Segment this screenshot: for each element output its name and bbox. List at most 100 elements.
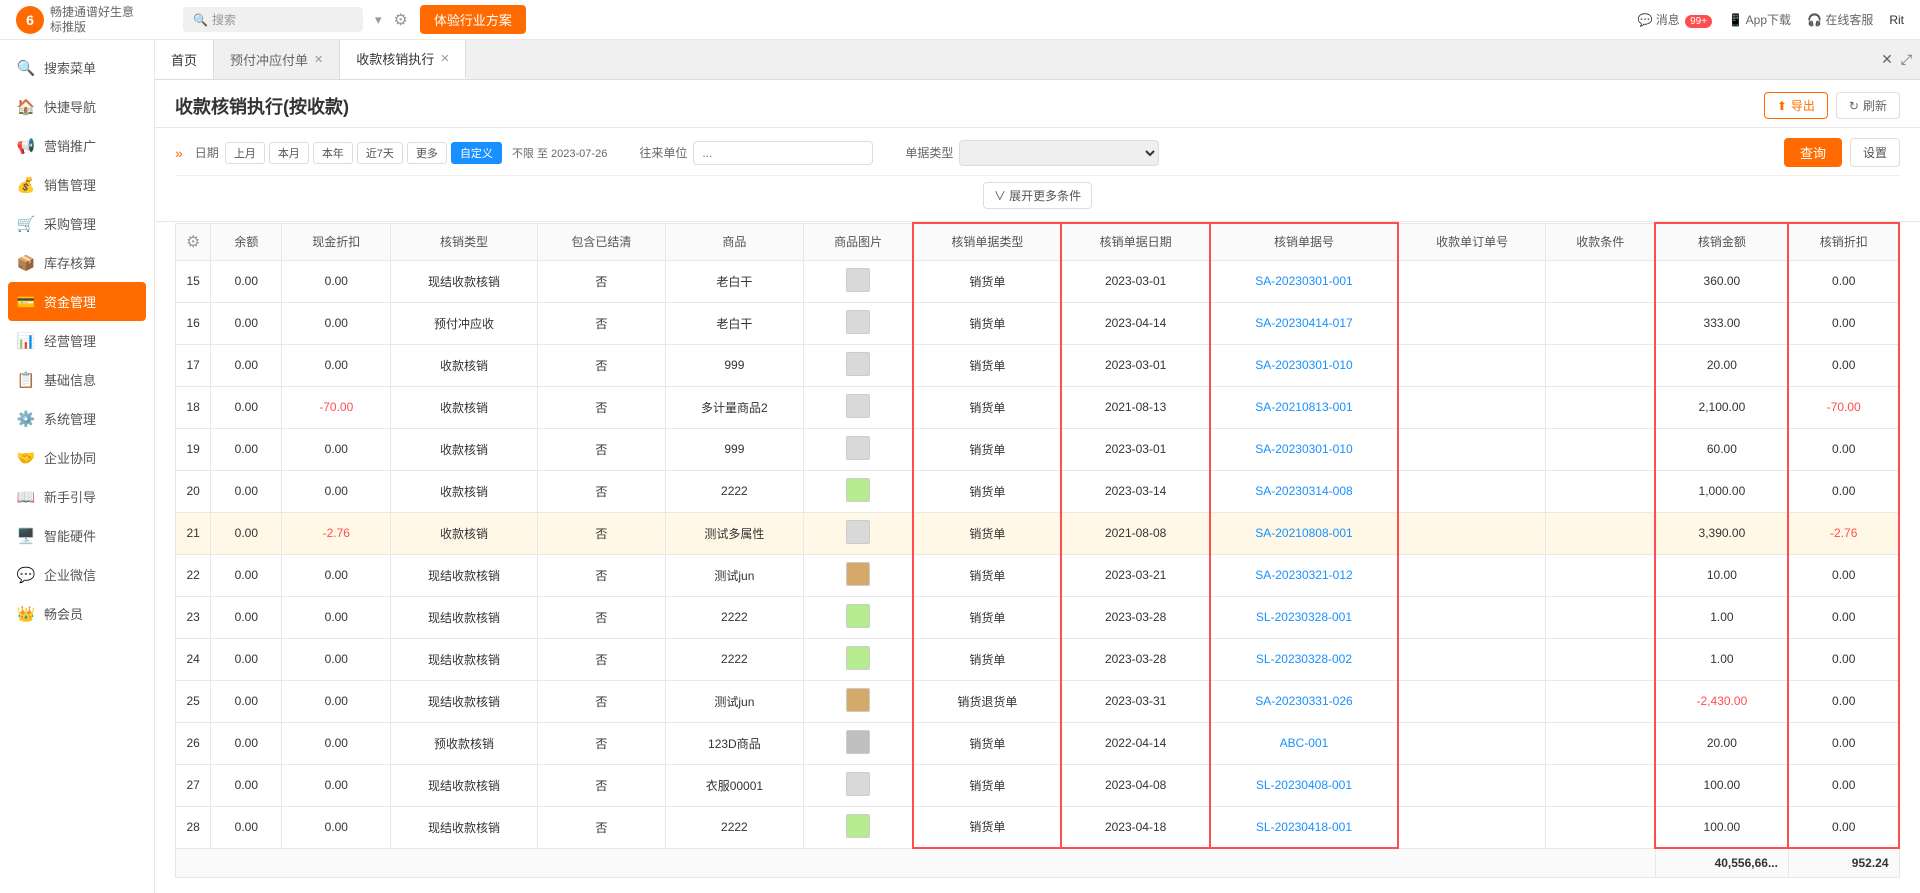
refresh-button[interactable]: ↻ 刷新 (1836, 92, 1900, 119)
table-row: 22 0.00 0.00 现结收款核销 否 测试jun 销货单 2023-03-… (176, 554, 1900, 596)
cell-cancel-amount: 333.00 (1655, 302, 1788, 344)
message-btn[interactable]: 💬 消息 99+ (1637, 11, 1712, 28)
tab-cancel[interactable]: 收款核销执行 ✕ (340, 40, 466, 79)
cell-included: 否 (537, 806, 665, 848)
sidebar-item-nav[interactable]: 🏠 快捷导航 (0, 87, 154, 126)
query-button[interactable]: 查询 (1784, 138, 1842, 167)
sidebar-item-purchase[interactable]: 🛒 采购管理 (0, 204, 154, 243)
cell-goods: 老白干 (665, 260, 803, 302)
cell-cancel-discount: 0.00 (1788, 680, 1899, 722)
tab-prepay-close[interactable]: ✕ (314, 53, 323, 66)
industry-btn[interactable]: 体验行业方案 (420, 5, 526, 34)
cell-goods-img (804, 638, 914, 680)
close-all-icon[interactable]: ✕ (1881, 51, 1893, 68)
sidebar-item-member[interactable]: 👑 畅会员 (0, 594, 154, 633)
cell-voucher-no: SA-20230301-001 (1210, 260, 1398, 302)
cell-goods: 999 (665, 344, 803, 386)
sidebar-item-hardware[interactable]: 🖥️ 智能硬件 (0, 516, 154, 555)
sidebar-item-finance[interactable]: 💳 资金管理 (8, 282, 146, 321)
cell-cancel-type: 现结收款核销 (391, 596, 538, 638)
collab-icon: 🤝 (16, 449, 36, 467)
cell-balance: 0.00 (211, 680, 282, 722)
sidebar-item-sales[interactable]: 💰 销售管理 (0, 165, 154, 204)
voucher-type-select[interactable] (959, 140, 1159, 166)
cell-discount: 0.00 (282, 722, 391, 764)
hardware-icon: 🖥️ (16, 527, 36, 545)
cell-cancel-discount: -2.76 (1788, 512, 1899, 554)
cell-voucher-date: 2023-03-01 (1061, 260, 1209, 302)
sidebar-item-collab[interactable]: 🤝 企业协同 (0, 438, 154, 477)
date-btn-thismonth[interactable]: 本月 (269, 142, 309, 164)
setting-button[interactable]: 设置 (1850, 138, 1900, 167)
export-button[interactable]: ⬆ 导出 (1764, 92, 1828, 119)
cell-included: 否 (537, 596, 665, 638)
cell-voucher-date: 2023-03-28 (1061, 638, 1209, 680)
cell-seq: 21 (176, 512, 211, 554)
date-btn-7days[interactable]: 近7天 (357, 142, 403, 164)
table-row: 23 0.00 0.00 现结收款核销 否 2222 销货单 2023-03-2… (176, 596, 1900, 638)
sidebar-item-inventory[interactable]: 📦 库存核算 (0, 243, 154, 282)
table-wrapper: ⚙ 余额 现金折扣 核销类型 包含已结清 商品 商品图片 核销单据类型 核销单据… (155, 222, 1920, 893)
cell-condition (1546, 806, 1656, 848)
sidebar-item-wechat[interactable]: 💬 企业微信 (0, 555, 154, 594)
main-table: ⚙ 余额 现金折扣 核销类型 包含已结清 商品 商品图片 核销单据类型 核销单据… (175, 222, 1900, 878)
sidebar-item-guide[interactable]: 📖 新手引导 (0, 477, 154, 516)
settings-icon[interactable]: ⚙ (394, 10, 408, 30)
partner-input[interactable] (693, 141, 873, 165)
cell-seq: 23 (176, 596, 211, 638)
col-condition: 收款条件 (1546, 223, 1656, 260)
cell-goods-img (804, 806, 914, 848)
top-search-bar[interactable]: 🔍 搜索 (183, 7, 363, 32)
expand-conditions-btn[interactable]: ∨ 展开更多条件 (983, 182, 1092, 209)
cell-cancel-type: 现结收款核销 (391, 764, 538, 806)
app-download-btn[interactable]: 📱 App下载 (1728, 11, 1791, 28)
table-row: 20 0.00 0.00 收款核销 否 2222 销货单 2023-03-14 … (176, 470, 1900, 512)
user-name[interactable]: Rit (1889, 13, 1904, 27)
cell-goods: 多计量商品2 (665, 386, 803, 428)
cell-goods-img (804, 554, 914, 596)
voucher-type-label: 单据类型 (905, 144, 953, 161)
cell-voucher-date: 2023-03-21 (1061, 554, 1209, 596)
cell-condition (1546, 596, 1656, 638)
tab-home[interactable]: 首页 (155, 40, 214, 79)
cell-goods-img (804, 428, 914, 470)
cell-goods-img (804, 596, 914, 638)
sidebar-item-marketing[interactable]: 📢 营销推广 (0, 126, 154, 165)
cell-discount: 0.00 (282, 680, 391, 722)
logo-icon: 6 (16, 6, 44, 34)
cell-balance: 0.00 (211, 260, 282, 302)
cell-voucher-no: SA-20210808-001 (1210, 512, 1398, 554)
cell-cancel-discount: 0.00 (1788, 764, 1899, 806)
cell-goods-img (804, 722, 914, 764)
sidebar-item-system[interactable]: ⚙️ 系统管理 (0, 399, 154, 438)
sidebar-item-basic[interactable]: 📋 基础信息 (0, 360, 154, 399)
cell-discount: 0.00 (282, 470, 391, 512)
cell-voucher-no: SA-20230301-010 (1210, 344, 1398, 386)
sidebar-item-management[interactable]: 📊 经营管理 (0, 321, 154, 360)
table-row: 25 0.00 0.00 现结收款核销 否 测试jun 销货退货单 2023-0… (176, 680, 1900, 722)
marketing-icon: 📢 (16, 137, 36, 155)
cell-goods: 123D商品 (665, 722, 803, 764)
date-btn-thisyear[interactable]: 本年 (313, 142, 353, 164)
cell-cancel-type: 收款核销 (391, 470, 538, 512)
column-settings-btn[interactable]: ⚙ (186, 232, 200, 252)
cell-voucher-type: 销货单 (913, 764, 1061, 806)
cell-included: 否 (537, 680, 665, 722)
cell-seq: 15 (176, 260, 211, 302)
cell-order-no (1398, 554, 1546, 596)
filter-collapse-btn[interactable]: » (175, 145, 183, 161)
cell-cancel-type: 现结收款核销 (391, 806, 538, 848)
col-voucher-date: 核销单据日期 (1061, 223, 1209, 260)
tab-cancel-close[interactable]: ✕ (440, 52, 449, 65)
date-btn-more[interactable]: 更多 (407, 142, 447, 164)
expand-icon[interactable]: ⤢ (1901, 51, 1912, 68)
tab-home-label: 首页 (171, 50, 197, 69)
cell-order-no (1398, 680, 1546, 722)
tab-prepay[interactable]: 预付冲应付单 ✕ (214, 40, 340, 79)
online-service-btn[interactable]: 🎧 在线客服 (1807, 11, 1873, 28)
cell-goods-img (804, 470, 914, 512)
date-btn-custom[interactable]: 自定义 (451, 142, 502, 164)
sidebar-item-search[interactable]: 🔍 搜索菜单 (0, 48, 154, 87)
date-btn-lastmonth[interactable]: 上月 (225, 142, 265, 164)
cell-voucher-date: 2023-04-08 (1061, 764, 1209, 806)
